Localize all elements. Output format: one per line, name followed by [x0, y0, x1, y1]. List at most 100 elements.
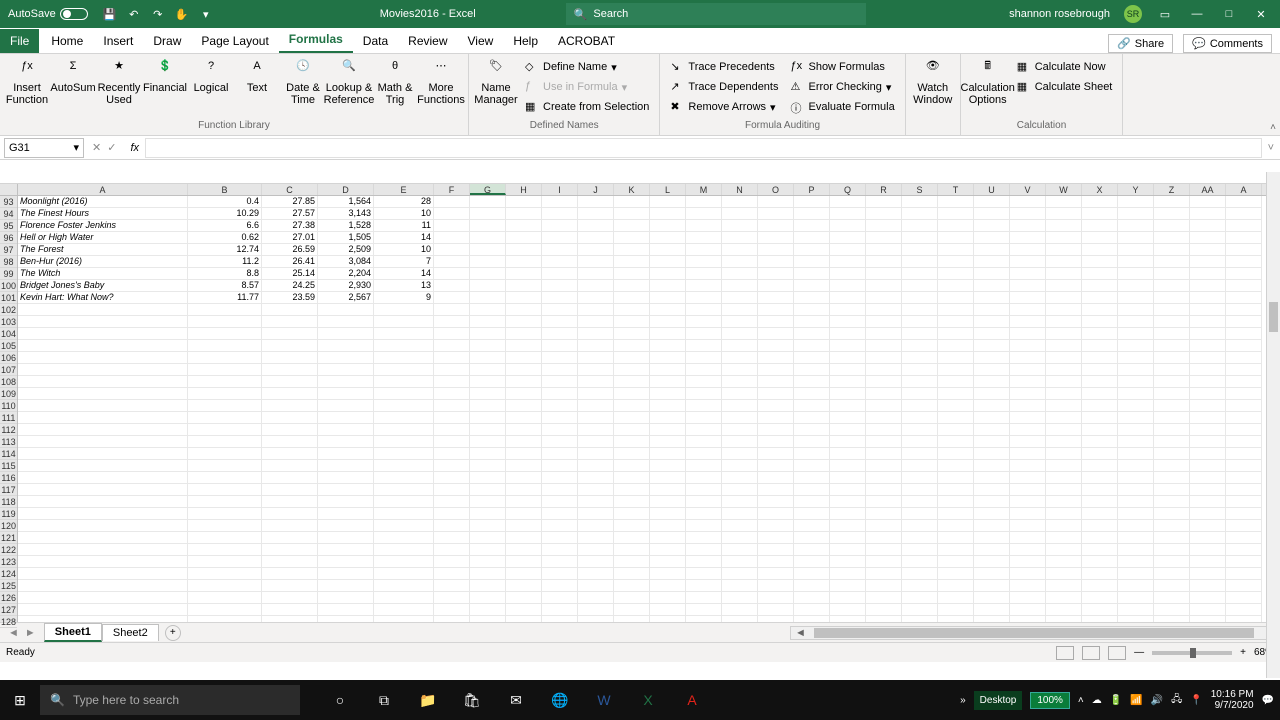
- notifications-icon[interactable]: 💬: [1262, 695, 1274, 706]
- normal-view-button[interactable]: [1056, 646, 1074, 660]
- col-header-E[interactable]: E: [374, 184, 434, 195]
- cells[interactable]: Moonlight (2016)0.427.851,56428The Fines…: [18, 196, 1280, 622]
- trace-dependents-button[interactable]: ↗Trace Dependents: [666, 78, 782, 96]
- remove-arrows-button[interactable]: ✖Remove Arrows ▾: [666, 98, 782, 116]
- row-header[interactable]: 124: [0, 568, 17, 580]
- row-header[interactable]: 100: [0, 280, 17, 292]
- fx-icon[interactable]: fx: [124, 142, 145, 154]
- row-header[interactable]: 98: [0, 256, 17, 268]
- row-header[interactable]: 111: [0, 412, 17, 424]
- row-header[interactable]: 116: [0, 472, 17, 484]
- trace-precedents-button[interactable]: ↘Trace Precedents: [666, 58, 782, 76]
- create-from-selection-button[interactable]: ▦Create from Selection: [521, 98, 653, 116]
- col-header-L[interactable]: L: [650, 184, 686, 195]
- save-icon[interactable]: 💾: [102, 6, 118, 22]
- start-button[interactable]: ⊞: [0, 692, 40, 709]
- row-header[interactable]: 93: [0, 196, 17, 208]
- col-header-M[interactable]: M: [686, 184, 722, 195]
- autosum-button[interactable]: ΣAutoSum: [52, 56, 94, 94]
- tab-acrobat[interactable]: ACROBAT: [548, 29, 625, 53]
- recently-used-button[interactable]: ★Recently Used: [98, 56, 140, 106]
- show-formulas-button[interactable]: ƒxShow Formulas: [786, 58, 898, 76]
- col-header-R[interactable]: R: [866, 184, 902, 195]
- tab-review[interactable]: Review: [398, 29, 457, 53]
- row-header[interactable]: 114: [0, 448, 17, 460]
- clock[interactable]: 10:16 PM 9/7/2020: [1211, 689, 1254, 711]
- calculation-options-button[interactable]: 🖩Calculation Options: [967, 56, 1009, 106]
- sheet-nav-prev-icon[interactable]: ◄: [8, 627, 19, 639]
- desktop-label[interactable]: Desktop: [974, 691, 1023, 710]
- minimize-icon[interactable]: —: [1188, 8, 1206, 20]
- tab-view[interactable]: View: [458, 29, 504, 53]
- row-header[interactable]: 118: [0, 496, 17, 508]
- col-header-P[interactable]: P: [794, 184, 830, 195]
- word-icon[interactable]: W: [584, 680, 624, 720]
- sheet-tab-2[interactable]: Sheet2: [102, 624, 159, 641]
- text-button[interactable]: AText: [236, 56, 278, 94]
- tab-help[interactable]: Help: [503, 29, 548, 53]
- zoom-out-button[interactable]: —: [1134, 647, 1144, 658]
- sheet-tab-1[interactable]: Sheet1: [44, 623, 102, 642]
- mail-icon[interactable]: ✉: [496, 680, 536, 720]
- tab-formulas[interactable]: Formulas: [279, 27, 353, 53]
- file-explorer-icon[interactable]: 📁: [408, 680, 448, 720]
- col-header-N[interactable]: N: [722, 184, 758, 195]
- undo-icon[interactable]: ↶: [126, 6, 142, 22]
- col-header-O[interactable]: O: [758, 184, 794, 195]
- close-icon[interactable]: ✕: [1252, 8, 1270, 21]
- row-header[interactable]: 109: [0, 388, 17, 400]
- onedrive-icon[interactable]: ☁: [1092, 695, 1102, 706]
- wifi-icon[interactable]: 📶: [1130, 695, 1142, 706]
- row-header[interactable]: 97: [0, 244, 17, 256]
- row-header[interactable]: 113: [0, 436, 17, 448]
- row-header[interactable]: 95: [0, 220, 17, 232]
- col-header-A[interactable]: A: [1226, 184, 1262, 195]
- col-header-J[interactable]: J: [578, 184, 614, 195]
- col-header-C[interactable]: C: [262, 184, 318, 195]
- row-header[interactable]: 104: [0, 328, 17, 340]
- col-header-G[interactable]: G: [470, 184, 506, 195]
- col-header-K[interactable]: K: [614, 184, 650, 195]
- expand-formula-bar-icon[interactable]: ˅: [1262, 142, 1280, 154]
- row-header[interactable]: 102: [0, 304, 17, 316]
- network-icon[interactable]: 🖧: [1171, 692, 1182, 709]
- tab-data[interactable]: Data: [353, 29, 398, 53]
- row-header[interactable]: 123: [0, 556, 17, 568]
- row-header[interactable]: 106: [0, 352, 17, 364]
- col-header-T[interactable]: T: [938, 184, 974, 195]
- row-header[interactable]: 121: [0, 532, 17, 544]
- row-header[interactable]: 96: [0, 232, 17, 244]
- enter-icon[interactable]: ✓: [107, 141, 116, 154]
- row-header[interactable]: 117: [0, 484, 17, 496]
- collapse-ribbon-icon[interactable]: ˄: [1270, 122, 1276, 133]
- calculate-now-button[interactable]: ▦Calculate Now: [1013, 58, 1117, 76]
- row-header[interactable]: 94: [0, 208, 17, 220]
- row-header[interactable]: 105: [0, 340, 17, 352]
- tray-up-icon[interactable]: ˄: [1078, 695, 1084, 706]
- volume-icon[interactable]: 🔊: [1151, 695, 1163, 706]
- watch-window-button[interactable]: 👁Watch Window: [912, 56, 954, 106]
- excel-icon[interactable]: X: [628, 680, 668, 720]
- location-icon[interactable]: 📍: [1190, 695, 1202, 706]
- page-break-view-button[interactable]: [1108, 646, 1126, 660]
- maximize-icon[interactable]: □: [1220, 8, 1238, 20]
- magnifier-zoom[interactable]: 100%: [1030, 692, 1070, 709]
- row-header[interactable]: 115: [0, 460, 17, 472]
- col-header-F[interactable]: F: [434, 184, 470, 195]
- error-checking-button[interactable]: ⚠Error Checking ▾: [786, 78, 898, 96]
- store-icon[interactable]: 🛍: [452, 680, 492, 720]
- share-button[interactable]: 🔗 Share: [1108, 34, 1173, 53]
- user-name[interactable]: shannon rosebrough: [1009, 8, 1110, 20]
- search-box[interactable]: 🔍 Search: [566, 3, 866, 25]
- insert-function-button[interactable]: ƒxInsert Function: [6, 56, 48, 106]
- scroll-left-icon[interactable]: ◄: [791, 627, 810, 639]
- row-header[interactable]: 126: [0, 592, 17, 604]
- tab-insert[interactable]: Insert: [93, 29, 143, 53]
- sheet-nav-next-icon[interactable]: ►: [25, 627, 36, 639]
- col-header-Q[interactable]: Q: [830, 184, 866, 195]
- row-header[interactable]: 125: [0, 580, 17, 592]
- col-header-D[interactable]: D: [318, 184, 374, 195]
- cortana-icon[interactable]: ○: [320, 680, 360, 720]
- col-header-U[interactable]: U: [974, 184, 1010, 195]
- page-layout-view-button[interactable]: [1082, 646, 1100, 660]
